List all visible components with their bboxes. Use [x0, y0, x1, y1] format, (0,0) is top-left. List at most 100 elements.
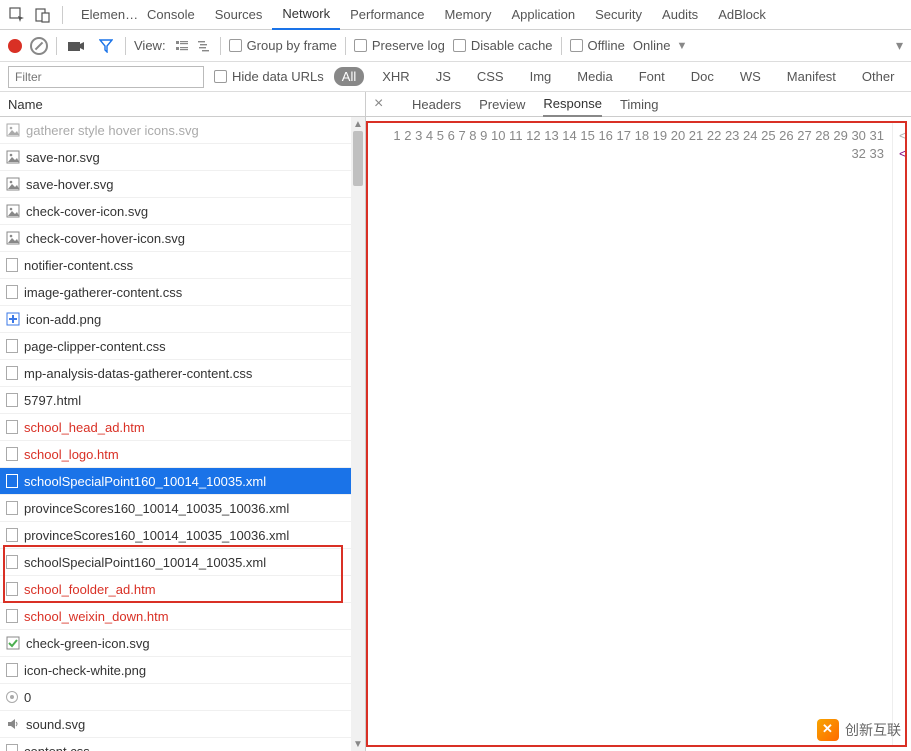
- separator: [125, 37, 126, 55]
- tab-response[interactable]: Response: [543, 92, 602, 117]
- filter-type-media[interactable]: Media: [569, 67, 620, 86]
- large-rows-icon[interactable]: [174, 38, 190, 54]
- list-item[interactable]: check-cover-hover-icon.svg: [0, 225, 365, 252]
- device-toggle-icon[interactable]: [32, 4, 54, 26]
- file-label: notifier-content.css: [24, 258, 133, 273]
- filter-type-other[interactable]: Other: [854, 67, 903, 86]
- close-detail-icon[interactable]: ×: [374, 95, 390, 113]
- tab-adblock[interactable]: AdBlock: [708, 0, 776, 30]
- filter-type-manifest[interactable]: Manifest: [779, 67, 844, 86]
- file-label: 5797.html: [24, 393, 81, 408]
- scrollbar[interactable]: ▲ ▼: [351, 117, 365, 751]
- tab-application[interactable]: Application: [501, 0, 585, 30]
- response-body[interactable]: 1 2 3 4 5 6 7 8 9 10 11 12 13 14 15 16 1…: [366, 121, 907, 747]
- file-label: content.css: [24, 744, 90, 751]
- line-gutter: 1 2 3 4 5 6 7 8 9 10 11 12 13 14 15 16 1…: [368, 123, 893, 745]
- group-by-frame-checkbox[interactable]: Group by frame: [229, 38, 337, 53]
- doc-file-icon: [6, 393, 18, 407]
- detail-tabs: × Headers Preview Response Timing: [366, 92, 911, 117]
- panel-tabs: Elemen… Console Sources Network Performa…: [71, 0, 905, 30]
- tab-console[interactable]: Console: [137, 0, 205, 30]
- list-item[interactable]: page-clipper-content.css: [0, 333, 365, 360]
- image-file-icon: [6, 177, 20, 191]
- filter-type-font[interactable]: Font: [631, 67, 673, 86]
- filter-type-ws[interactable]: WS: [732, 67, 769, 86]
- file-label: school_head_ad.htm: [24, 420, 145, 435]
- list-item[interactable]: schoolSpecialPoint160_10014_10035.xml: [0, 549, 365, 576]
- tab-timing[interactable]: Timing: [620, 92, 659, 117]
- doc-file-icon: [6, 366, 18, 380]
- request-list-pane: Name gatherer style hover icons.svg save…: [0, 92, 366, 751]
- list-item[interactable]: icon-check-white.png: [0, 657, 365, 684]
- tab-network[interactable]: Network: [272, 0, 340, 30]
- filter-type-all[interactable]: All: [334, 67, 364, 86]
- tab-preview[interactable]: Preview: [479, 92, 525, 117]
- doc-file-icon: [6, 582, 18, 596]
- preserve-log-checkbox[interactable]: Preserve log: [354, 38, 445, 53]
- tab-elements[interactable]: Elemen…: [71, 0, 137, 30]
- list-item[interactable]: save-nor.svg: [0, 144, 365, 171]
- chevron-down-icon: ▼: [676, 40, 687, 52]
- list-item[interactable]: school_weixin_down.htm: [0, 603, 365, 630]
- drawer-toggle-icon[interactable]: ▾: [896, 37, 903, 54]
- throttle-select[interactable]: Online ▼: [633, 38, 687, 53]
- file-label: schoolSpecialPoint160_10014_10035.xml: [24, 555, 266, 570]
- list-item[interactable]: content.css: [0, 738, 365, 751]
- filter-type-js[interactable]: JS: [428, 67, 459, 86]
- preserve-log-label: Preserve log: [372, 38, 445, 53]
- list-item-selected[interactable]: schoolSpecialPoint160_10014_10035.xml: [0, 468, 365, 495]
- tab-sources[interactable]: Sources: [205, 0, 273, 30]
- inspect-icon[interactable]: [6, 4, 28, 26]
- filter-type-img[interactable]: Img: [522, 67, 560, 86]
- list-item[interactable]: gatherer style hover icons.svg: [0, 117, 365, 144]
- doc-file-icon: [6, 744, 18, 751]
- list-item[interactable]: school_logo.htm: [0, 441, 365, 468]
- filter-type-xhr[interactable]: XHR: [374, 67, 417, 86]
- list-item[interactable]: sound.svg: [0, 711, 365, 738]
- list-item[interactable]: save-hover.svg: [0, 171, 365, 198]
- filter-input[interactable]: [8, 66, 204, 88]
- checkbox-icon: [214, 70, 227, 83]
- view-icons: [174, 38, 212, 54]
- list-item[interactable]: icon-add.png: [0, 306, 365, 333]
- file-label: icon-check-white.png: [24, 663, 146, 678]
- scroll-down-icon[interactable]: ▼: [351, 737, 365, 751]
- tab-headers[interactable]: Headers: [412, 92, 461, 117]
- list-item[interactable]: notifier-content.css: [0, 252, 365, 279]
- tab-memory[interactable]: Memory: [435, 0, 502, 30]
- offline-checkbox[interactable]: Offline: [570, 38, 625, 53]
- separator: [345, 37, 346, 55]
- doc-file-icon: [6, 258, 18, 272]
- list-item[interactable]: 0: [0, 684, 365, 711]
- scroll-thumb[interactable]: [353, 131, 363, 186]
- checkbox-icon: [453, 39, 466, 52]
- file-label: provinceScores160_10014_10035_10036.xml: [24, 501, 289, 516]
- filter-type-doc[interactable]: Doc: [683, 67, 722, 86]
- record-button[interactable]: [8, 39, 22, 53]
- list-item[interactable]: image-gatherer-content.css: [0, 279, 365, 306]
- list-item[interactable]: provinceScores160_10014_10035_10036.xml: [0, 495, 365, 522]
- clear-button[interactable]: [30, 37, 48, 55]
- name-column-header[interactable]: Name: [0, 92, 365, 117]
- list-item[interactable]: provinceScores160_10014_10035_10036.xml: [0, 522, 365, 549]
- list-item[interactable]: mp-analysis-datas-gatherer-content.css: [0, 360, 365, 387]
- list-item[interactable]: check-green-icon.svg: [0, 630, 365, 657]
- screenshot-icon[interactable]: [65, 35, 87, 57]
- list-item[interactable]: school_head_ad.htm: [0, 414, 365, 441]
- tab-audits[interactable]: Audits: [652, 0, 708, 30]
- checkbox-icon: [229, 39, 242, 52]
- waterfall-icon[interactable]: [196, 38, 212, 54]
- filter-icon[interactable]: [95, 35, 117, 57]
- code-content: <?xml version="1.0" encoding="utf-8" ?> …: [893, 123, 905, 745]
- tab-security[interactable]: Security: [585, 0, 652, 30]
- list-item[interactable]: school_foolder_ad.htm: [0, 576, 365, 603]
- tab-performance[interactable]: Performance: [340, 0, 434, 30]
- list-item[interactable]: 5797.html: [0, 387, 365, 414]
- media-file-icon: [6, 717, 20, 731]
- disable-cache-checkbox[interactable]: Disable cache: [453, 38, 553, 53]
- check-file-icon: [6, 636, 20, 650]
- list-item[interactable]: check-cover-icon.svg: [0, 198, 365, 225]
- hide-data-urls-checkbox[interactable]: Hide data URLs: [214, 69, 324, 84]
- filter-type-css[interactable]: CSS: [469, 67, 512, 86]
- scroll-up-icon[interactable]: ▲: [351, 117, 365, 131]
